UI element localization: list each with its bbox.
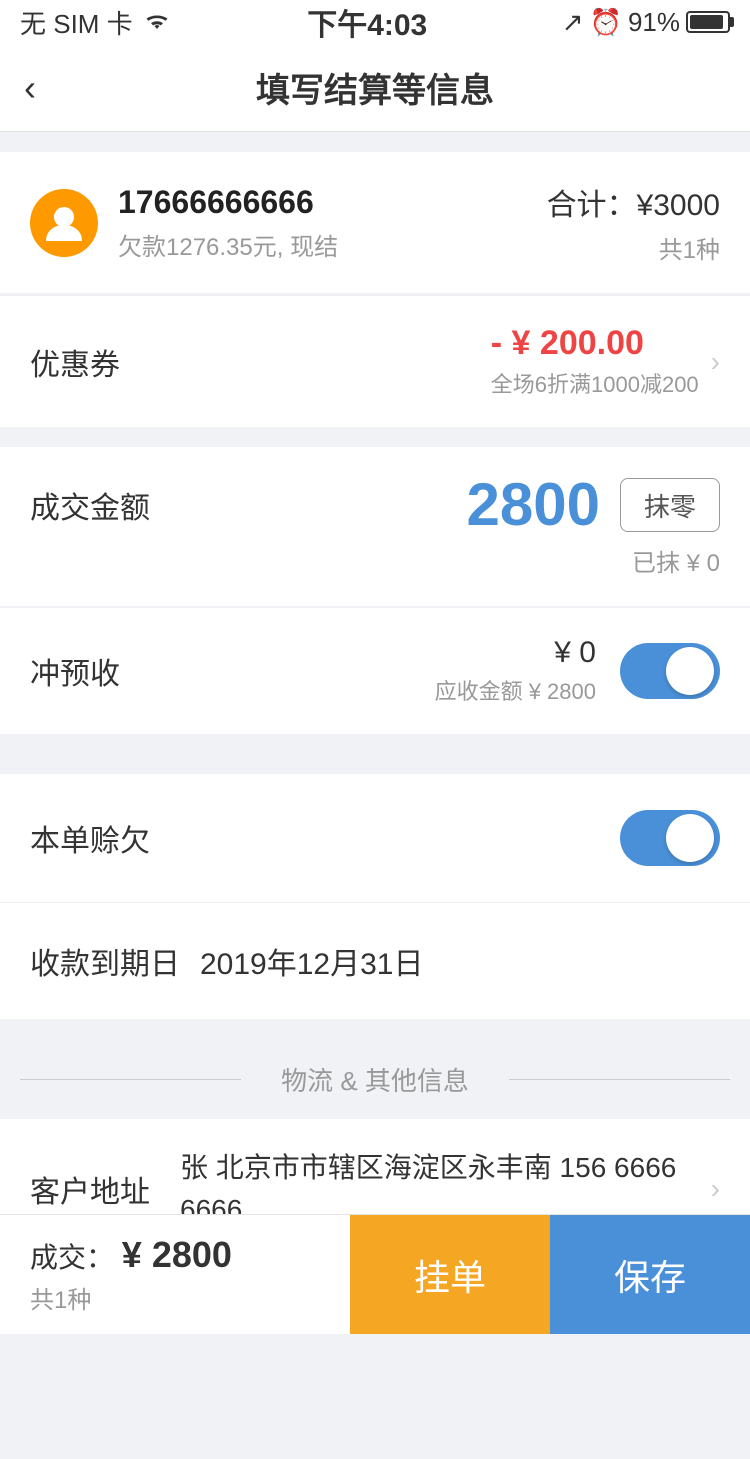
- due-date-label: 收款到期日: [30, 939, 180, 983]
- bottom-deal-line: 成交： ¥ 2800: [30, 1234, 320, 1276]
- save-button[interactable]: 保存: [550, 1215, 750, 1334]
- transaction-section: 成交金额 2800 抹零 已抹 ¥ 0: [0, 447, 750, 606]
- section-divider-2: [0, 734, 750, 754]
- status-bar: 无 SIM 卡 下午4:03 ↗ ⏰ 91%: [0, 0, 750, 44]
- divider-line-left: [20, 1079, 241, 1080]
- logistics-text: 物流 & 其他信息: [281, 1061, 469, 1098]
- debt-row: 本单赊欠: [0, 774, 750, 902]
- customer-right: 合计：¥3000 共1种: [547, 180, 720, 265]
- prereceive-desc: 应收金额 ¥ 2800: [435, 674, 596, 706]
- coupon-desc: 全场6折满1000减200: [491, 367, 699, 399]
- status-right: ↗ ⏰ 91%: [562, 7, 730, 38]
- coupon-right: - ¥ 200.00 全场6折满1000减200 ›: [491, 324, 720, 399]
- prereceive-amount: ¥ 0 应收金额 ¥ 2800: [435, 636, 596, 706]
- back-button[interactable]: ‹: [24, 67, 36, 109]
- due-date-row: 收款到期日 2019年12月31日: [0, 902, 750, 1019]
- battery-percent: 91%: [628, 7, 680, 38]
- hold-button[interactable]: 挂单: [350, 1215, 550, 1334]
- bottom-deal-amount: ¥ 2800: [122, 1234, 232, 1275]
- divider-line-right: [509, 1079, 730, 1080]
- bottom-bar: 成交： ¥ 2800 共1种 挂单 保存: [0, 1214, 750, 1334]
- page-header: ‹ 填写结算等信息: [0, 44, 750, 132]
- total-amount: 合计：¥3000: [547, 180, 720, 224]
- coupon-label: 优惠券: [30, 340, 120, 384]
- coupon-chevron-icon: ›: [711, 346, 720, 378]
- debt-toggle[interactable]: [620, 810, 720, 866]
- coupon-details: - ¥ 200.00 全场6折满1000减200: [491, 324, 699, 399]
- page-title: 填写结算等信息: [256, 63, 494, 112]
- customer-left: 17666666666 欠款1276.35元, 现结: [30, 184, 338, 262]
- transaction-amount: 2800: [467, 475, 600, 535]
- bottom-deal-label: 成交：: [30, 1242, 114, 1273]
- no-sim-text: 无 SIM 卡: [20, 4, 133, 41]
- transaction-label: 成交金额: [30, 483, 150, 527]
- prereceive-label: 冲预收: [30, 649, 120, 693]
- avatar: [30, 189, 98, 257]
- prereceive-toggle[interactable]: [620, 643, 720, 699]
- status-left: 无 SIM 卡: [20, 4, 173, 41]
- wifi-icon: [141, 11, 173, 33]
- amount-right: 2800 抹零: [467, 475, 720, 535]
- coupon-row[interactable]: 优惠券 - ¥ 200.00 全场6折满1000减200 ›: [0, 295, 750, 427]
- prereceive-value: ¥ 0: [435, 636, 596, 670]
- due-date-value: 2019年12月31日: [200, 939, 423, 983]
- customer-phone: 17666666666: [118, 184, 338, 221]
- already-rounded: 已抹 ¥ 0: [30, 543, 720, 578]
- logistics-divider: 物流 & 其他信息: [0, 1039, 750, 1119]
- status-time: 下午4:03: [307, 0, 427, 44]
- prereceive-row: 冲预收 ¥ 0 应收金额 ¥ 2800: [0, 608, 750, 734]
- alarm-icon: ⏰: [590, 7, 622, 38]
- prereceive-right: ¥ 0 应收金额 ¥ 2800: [435, 636, 720, 706]
- bottom-count: 共1种: [30, 1280, 320, 1315]
- section-divider-1: [0, 427, 750, 447]
- customer-card: 17666666666 欠款1276.35元, 现结 合计：¥3000 共1种: [0, 152, 750, 293]
- debt-toggle-knob: [666, 814, 714, 862]
- amount-row: 成交金额 2800 抹零: [30, 475, 720, 535]
- debt-label: 本单赊欠: [30, 816, 150, 860]
- battery-icon: [686, 11, 730, 33]
- address-chevron-icon: ›: [711, 1173, 720, 1205]
- address-label: 客户地址: [30, 1167, 150, 1211]
- total-count: 共1种: [547, 230, 720, 265]
- round-button[interactable]: 抹零: [620, 478, 720, 532]
- bottom-summary: 成交： ¥ 2800 共1种: [0, 1215, 350, 1334]
- location-icon: ↗: [562, 7, 584, 38]
- coupon-discount: - ¥ 200.00: [491, 324, 699, 363]
- toggle-knob: [666, 647, 714, 695]
- customer-debt: 欠款1276.35元, 现结: [118, 227, 338, 262]
- customer-info: 17666666666 欠款1276.35元, 现结: [118, 184, 338, 262]
